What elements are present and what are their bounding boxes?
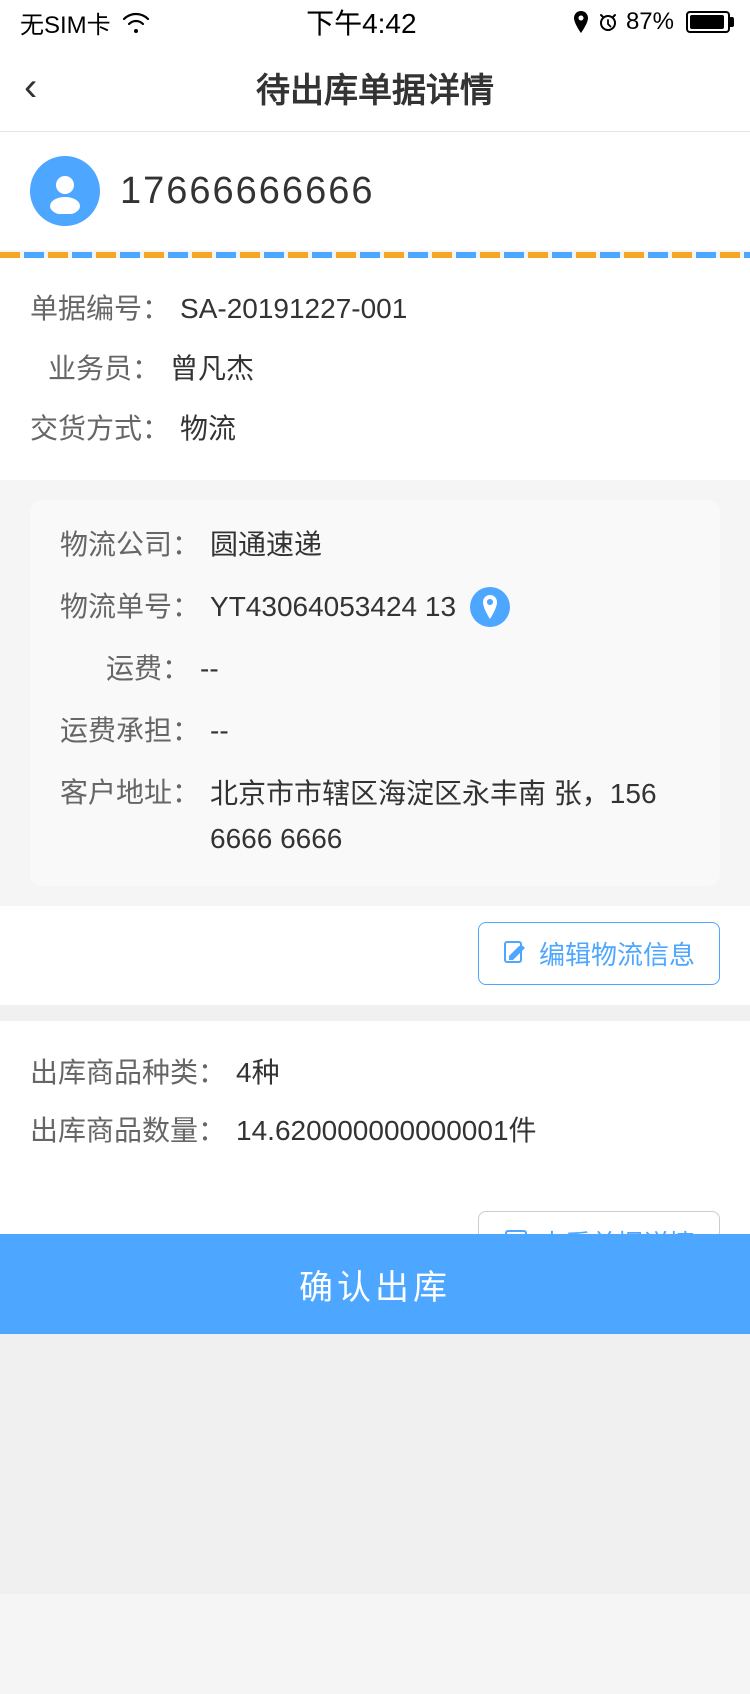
salesman-value: 曾凡杰 (170, 348, 720, 390)
order-number-label: 单据编号： (30, 288, 180, 330)
freight-row: 运费： -- (60, 648, 690, 690)
logistics-tracking-row: 物流单号： YT43064053424 13 (60, 586, 690, 628)
user-header: 17666666666 (0, 132, 750, 250)
logistics-tracking-value: YT43064053424 13 (210, 586, 690, 628)
edit-logistics-wrap: 编辑物流信息 (0, 906, 750, 1005)
edit-logistics-label: 编辑物流信息 (539, 935, 695, 972)
goods-quantity-label: 出库商品数量： (30, 1109, 236, 1149)
address-value: 北京市市辖区海淀区永丰南 张，156 6666 6666 (210, 772, 690, 862)
logistics-tracking-label: 物流单号： (60, 586, 210, 628)
freight-bear-value: -- (210, 710, 690, 752)
salesman-label: 业务员： (30, 348, 170, 390)
delivery-value: 物流 (180, 408, 720, 450)
section-divider-2 (0, 1294, 750, 1594)
salesman-row: 业务员： 曾凡杰 (30, 348, 720, 390)
map-pin-icon (478, 595, 502, 619)
logistics-company-row: 物流公司： 圆通速递 (60, 524, 690, 566)
delivery-label: 交货方式： (30, 408, 180, 450)
status-bar-left: 无SIM卡 (20, 5, 151, 40)
edit-icon (503, 940, 529, 966)
network-label: 无SIM卡 (20, 5, 111, 40)
page-title: 待出库单据详情 (256, 63, 494, 112)
address-row: 客户地址： 北京市市辖区海淀区永丰南 张，156 6666 6666 (60, 772, 690, 862)
address-label: 客户地址： (60, 772, 210, 814)
goods-type-label: 出库商品种类： (30, 1051, 236, 1091)
user-phone: 17666666666 (120, 170, 374, 213)
back-button[interactable]: ‹ (24, 65, 37, 110)
confirm-button-label: 确认出库 (299, 1260, 451, 1309)
freight-bear-row: 运费承担： -- (60, 710, 690, 752)
alarm-icon (598, 11, 618, 33)
location-status-icon (572, 11, 590, 33)
goods-type-row: 出库商品种类： 4种 (30, 1051, 720, 1091)
order-number-value: SA-20191227-001 (180, 288, 720, 330)
battery-percent: 87% (626, 8, 674, 36)
tracking-location-button[interactable] (470, 587, 510, 627)
status-bar-right: 87% (572, 8, 730, 36)
status-bar-time: 下午4:42 (306, 2, 417, 42)
logistics-card: 物流公司： 圆通速递 物流单号： YT43064053424 13 运费： --… (30, 500, 720, 886)
edit-logistics-button[interactable]: 编辑物流信息 (478, 922, 720, 985)
status-bar: 无SIM卡 下午4:42 87% (0, 0, 750, 44)
confirm-bar[interactable]: 确认出库 (0, 1234, 750, 1334)
freight-bear-label: 运费承担： (60, 710, 210, 752)
goods-quantity-value: 14.620000000000001件 (236, 1109, 537, 1149)
freight-label: 运费： (60, 648, 200, 690)
goods-type-value: 4种 (236, 1051, 280, 1091)
wifi-icon (121, 11, 151, 33)
user-avatar (30, 156, 100, 226)
tracking-number-text: YT43064053424 13 (210, 586, 456, 628)
delivery-row: 交货方式： 物流 (30, 408, 720, 450)
goods-section: 出库商品种类： 4种 出库商品数量： 14.620000000000001件 (0, 1021, 750, 1197)
section-divider-1 (0, 1005, 750, 1021)
logistics-company-label: 物流公司： (60, 524, 210, 566)
order-number-row: 单据编号： SA-20191227-001 (30, 288, 720, 330)
nav-bar: ‹ 待出库单据详情 (0, 44, 750, 132)
freight-value: -- (200, 648, 690, 690)
battery-icon (686, 11, 730, 33)
logistics-company-value: 圆通速递 (210, 524, 690, 566)
avatar-icon (42, 168, 88, 214)
order-info-section: 单据编号： SA-20191227-001 业务员： 曾凡杰 交货方式： 物流 (0, 258, 750, 480)
goods-quantity-row: 出库商品数量： 14.620000000000001件 (30, 1109, 720, 1149)
